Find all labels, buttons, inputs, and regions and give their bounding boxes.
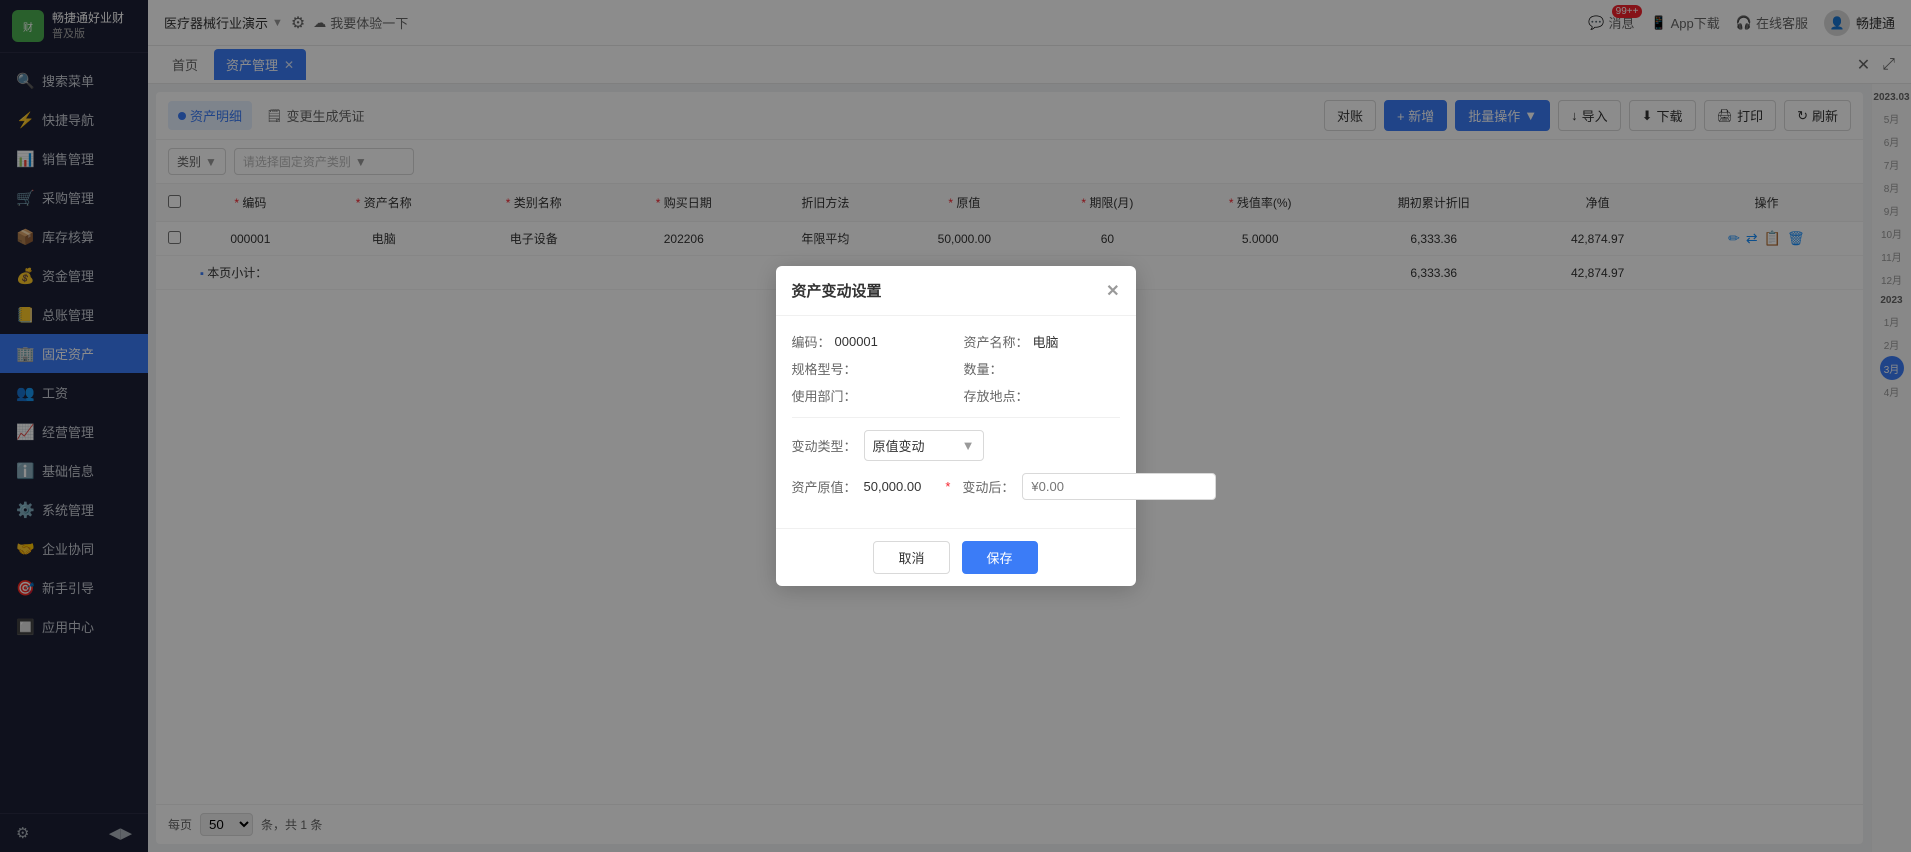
modal-code-label: 编码： [792, 332, 831, 351]
required-star: * [945, 479, 950, 494]
save-button[interactable]: 保存 [962, 541, 1038, 574]
modal-change-type-select[interactable]: 原值变动 ▼ [864, 430, 984, 461]
modal-change-type-field: 变动类型： 原值变动 ▼ [792, 430, 1120, 461]
modal-storage-label: 存放地点： [964, 386, 1029, 405]
modal-original-label: 资产原值： [792, 477, 856, 496]
change-type-arrow-icon: ▼ [962, 438, 975, 453]
modal-body: 编码： 000001 资产名称： 电脑 规格型号： 数量： 使用部门： [776, 316, 1136, 528]
modal-asset-name-value: 电脑 [1033, 332, 1059, 351]
modal-department-label: 使用部门： [792, 386, 857, 405]
cancel-button[interactable]: 取消 [873, 541, 949, 574]
modal-quantity-label: 数量： [964, 359, 1003, 378]
modal-asset-name-item: 资产名称： 电脑 [964, 332, 1120, 351]
modal-department-item: 使用部门： [792, 386, 948, 405]
modal-original-value-field: 资产原值： 50,000.00 * 变动后： [792, 473, 1120, 500]
modal-after-change-label: 变动后： [962, 477, 1014, 496]
modal-quantity-item: 数量： [964, 359, 1120, 378]
asset-change-modal: 资产变动设置 ✕ 编码： 000001 资产名称： 电脑 规格型号： 数量： [776, 266, 1136, 586]
modal-divider [792, 417, 1120, 418]
modal-code-item: 编码： 000001 [792, 332, 948, 351]
modal-spec-label: 规格型号： [792, 359, 857, 378]
modal-storage-item: 存放地点： [964, 386, 1120, 405]
modal-footer: 取消 保存 [776, 528, 1136, 586]
modal-code-value: 000001 [835, 334, 878, 349]
modal-asset-name-label: 资产名称： [964, 332, 1029, 351]
modal-header: 资产变动设置 ✕ [776, 266, 1136, 316]
modal-spec-item: 规格型号： [792, 359, 948, 378]
modal-overlay[interactable]: 资产变动设置 ✕ 编码： 000001 资产名称： 电脑 规格型号： 数量： [0, 0, 1911, 852]
modal-close-icon[interactable]: ✕ [1106, 281, 1119, 301]
modal-info-grid: 编码： 000001 资产名称： 电脑 规格型号： 数量： 使用部门： [792, 332, 1120, 405]
modal-after-change-input[interactable] [1022, 473, 1216, 500]
modal-title: 资产变动设置 [792, 280, 882, 301]
modal-original-value: 50,000.00 [864, 479, 922, 494]
modal-change-type-value: 原值变动 [873, 436, 925, 455]
modal-change-type-label: 变动类型： [792, 436, 856, 455]
